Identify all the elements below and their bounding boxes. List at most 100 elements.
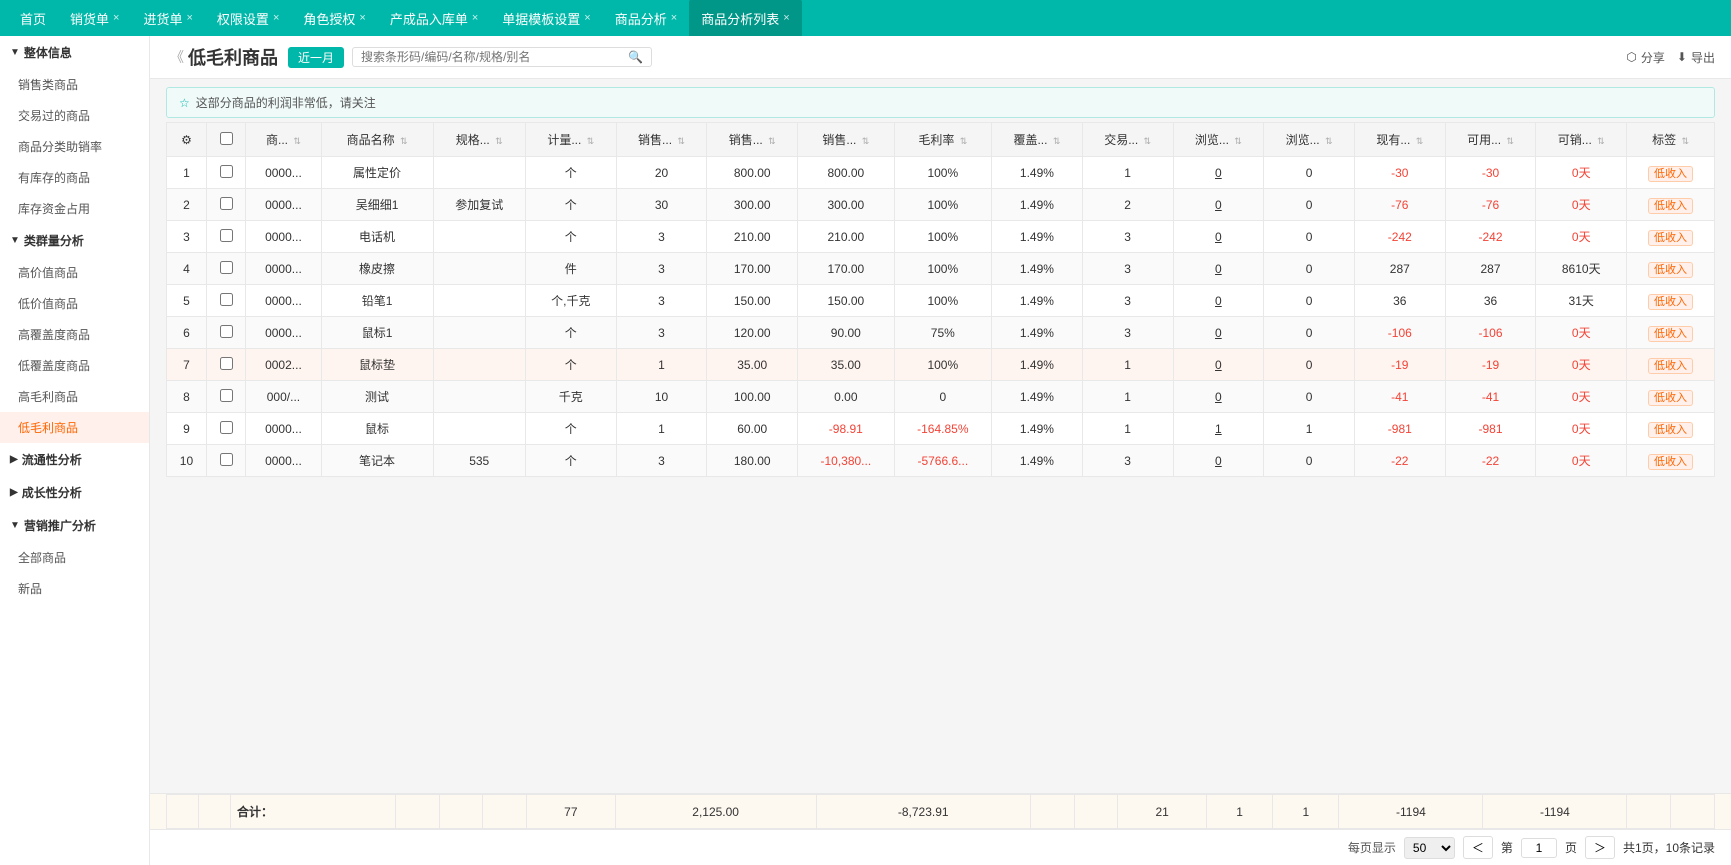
col-current-stock[interactable]: 现有... ⇅ <box>1354 123 1445 157</box>
sidebar-section-cluster[interactable]: ▼ 类群量分析 <box>0 224 149 257</box>
views1-link[interactable]: 1 <box>1215 422 1222 436</box>
nav-home[interactable]: 首页 <box>8 0 58 36</box>
views1-link[interactable]: 0 <box>1215 454 1222 468</box>
sidebar-collapse-button[interactable]: 《 <box>166 47 188 67</box>
row-select-checkbox[interactable] <box>220 229 233 242</box>
col-trade[interactable]: 交易... ⇅ <box>1082 123 1173 157</box>
row-checkbox[interactable] <box>206 253 245 285</box>
row-checkbox[interactable] <box>206 413 245 445</box>
close-icon[interactable]: × <box>113 12 119 24</box>
col-spec[interactable]: 规格... ⇅ <box>433 123 525 157</box>
row-views1[interactable]: 0 <box>1173 317 1264 349</box>
col-views1[interactable]: 浏览... ⇅ <box>1173 123 1264 157</box>
nav-analysis-list[interactable]: 商品分析列表 × <box>689 0 801 36</box>
col-gross-margin[interactable]: 毛利率 ⇅ <box>894 123 992 157</box>
sidebar-item-low-coverage[interactable]: 低覆盖度商品 <box>0 350 149 381</box>
row-views1[interactable]: 0 <box>1173 445 1264 477</box>
col-code[interactable]: 商... ⇅ <box>246 123 321 157</box>
row-views1[interactable]: 1 <box>1173 413 1264 445</box>
next-page-button[interactable]: ＞ <box>1585 836 1615 859</box>
row-views1[interactable]: 0 <box>1173 285 1264 317</box>
row-checkbox[interactable] <box>206 317 245 349</box>
col-sales-price[interactable]: 销售... ⇅ <box>707 123 798 157</box>
row-checkbox[interactable] <box>206 157 245 189</box>
close-icon[interactable]: × <box>359 12 365 24</box>
sidebar-item-traded-goods[interactable]: 交易过的商品 <box>0 100 149 131</box>
col-checkbox[interactable] <box>206 123 245 157</box>
row-checkbox[interactable] <box>206 285 245 317</box>
sidebar-section-overview[interactable]: ▼ 整体信息 <box>0 36 149 69</box>
row-select-checkbox[interactable] <box>220 453 233 466</box>
close-icon[interactable]: × <box>671 12 677 24</box>
sidebar-item-stock-goods[interactable]: 有库存的商品 <box>0 162 149 193</box>
close-icon[interactable]: × <box>472 12 478 24</box>
nav-permissions[interactable]: 权限设置 × <box>205 0 291 36</box>
col-coverage[interactable]: 覆盖... ⇅ <box>992 123 1083 157</box>
row-views1[interactable]: 0 <box>1173 253 1264 285</box>
row-views1[interactable]: 0 <box>1173 189 1264 221</box>
row-views1[interactable]: 0 <box>1173 157 1264 189</box>
sidebar-item-low-value[interactable]: 低价值商品 <box>0 288 149 319</box>
views1-link[interactable]: 0 <box>1215 294 1222 308</box>
sidebar-item-high-margin[interactable]: 高毛利商品 <box>0 381 149 412</box>
row-select-checkbox[interactable] <box>220 197 233 210</box>
share-button[interactable]: ⬡ 分享 <box>1626 49 1665 66</box>
close-icon[interactable]: × <box>186 12 192 24</box>
views1-link[interactable]: 0 <box>1215 358 1222 372</box>
search-input[interactable] <box>361 50 624 64</box>
close-icon[interactable]: × <box>273 12 279 24</box>
row-checkbox[interactable] <box>206 221 245 253</box>
sidebar-section-marketing[interactable]: ▼ 营销推广分析 <box>0 509 149 542</box>
views1-link[interactable]: 0 <box>1215 230 1222 244</box>
sidebar-item-high-value[interactable]: 高价值商品 <box>0 257 149 288</box>
views1-link[interactable]: 0 <box>1215 326 1222 340</box>
row-select-checkbox[interactable] <box>220 421 233 434</box>
select-all-checkbox[interactable] <box>220 132 233 145</box>
col-available[interactable]: 可用... ⇅ <box>1445 123 1536 157</box>
views1-link[interactable]: 0 <box>1215 262 1222 276</box>
col-tag[interactable]: 标签 ⇅ <box>1627 123 1715 157</box>
row-select-checkbox[interactable] <box>220 357 233 370</box>
col-settings[interactable]: ⚙ <box>167 123 207 157</box>
row-checkbox[interactable] <box>206 349 245 381</box>
sidebar-section-growth[interactable]: ▶ 成长性分析 <box>0 476 149 509</box>
nav-template[interactable]: 单据模板设置 × <box>490 0 602 36</box>
prev-page-button[interactable]: ＜ <box>1463 836 1493 859</box>
nav-purchase[interactable]: 进货单 × <box>131 0 204 36</box>
row-select-checkbox[interactable] <box>220 325 233 338</box>
row-select-checkbox[interactable] <box>220 293 233 306</box>
col-views2[interactable]: 浏览... ⇅ <box>1264 123 1355 157</box>
nav-sales[interactable]: 销货单 × <box>58 0 131 36</box>
sidebar-item-category-rate[interactable]: 商品分类助销率 <box>0 131 149 162</box>
row-checkbox[interactable] <box>206 189 245 221</box>
filter-btn[interactable]: 近一月 <box>288 47 344 68</box>
sidebar-section-circulation[interactable]: ▶ 流通性分析 <box>0 443 149 476</box>
sidebar-item-low-margin[interactable]: 低毛利商品 <box>0 412 149 443</box>
row-checkbox[interactable] <box>206 445 245 477</box>
col-saleable-days[interactable]: 可销... ⇅ <box>1536 123 1627 157</box>
views1-link[interactable]: 0 <box>1215 198 1222 212</box>
col-unit[interactable]: 计量... ⇅ <box>525 123 616 157</box>
nav-roles[interactable]: 角色授权 × <box>291 0 377 36</box>
close-icon[interactable]: × <box>783 12 789 24</box>
row-views1[interactable]: 0 <box>1173 381 1264 413</box>
per-page-select[interactable]: 50 20 100 <box>1404 837 1455 859</box>
row-views1[interactable]: 0 <box>1173 349 1264 381</box>
col-sales-qty[interactable]: 销售... ⇅ <box>616 123 707 157</box>
sidebar-item-capital[interactable]: 库存资金占用 <box>0 193 149 224</box>
views1-link[interactable]: 0 <box>1215 390 1222 404</box>
col-sales-profit[interactable]: 销售... ⇅ <box>798 123 894 157</box>
search-icon[interactable]: 🔍 <box>628 50 643 64</box>
col-name[interactable]: 商品名称 ⇅ <box>321 123 433 157</box>
row-select-checkbox[interactable] <box>220 389 233 402</box>
sidebar-item-high-coverage[interactable]: 高覆盖度商品 <box>0 319 149 350</box>
row-select-checkbox[interactable] <box>220 261 233 274</box>
nav-product-entry[interactable]: 产成品入库单 × <box>378 0 490 36</box>
views1-link[interactable]: 0 <box>1215 166 1222 180</box>
export-button[interactable]: ⬇ 导出 <box>1677 49 1715 66</box>
close-icon[interactable]: × <box>584 12 590 24</box>
nav-product-analysis[interactable]: 商品分析 × <box>603 0 689 36</box>
sidebar-item-all-goods[interactable]: 全部商品 <box>0 542 149 573</box>
page-input[interactable] <box>1521 838 1557 858</box>
sidebar-item-sales-goods[interactable]: 销售类商品 <box>0 69 149 100</box>
